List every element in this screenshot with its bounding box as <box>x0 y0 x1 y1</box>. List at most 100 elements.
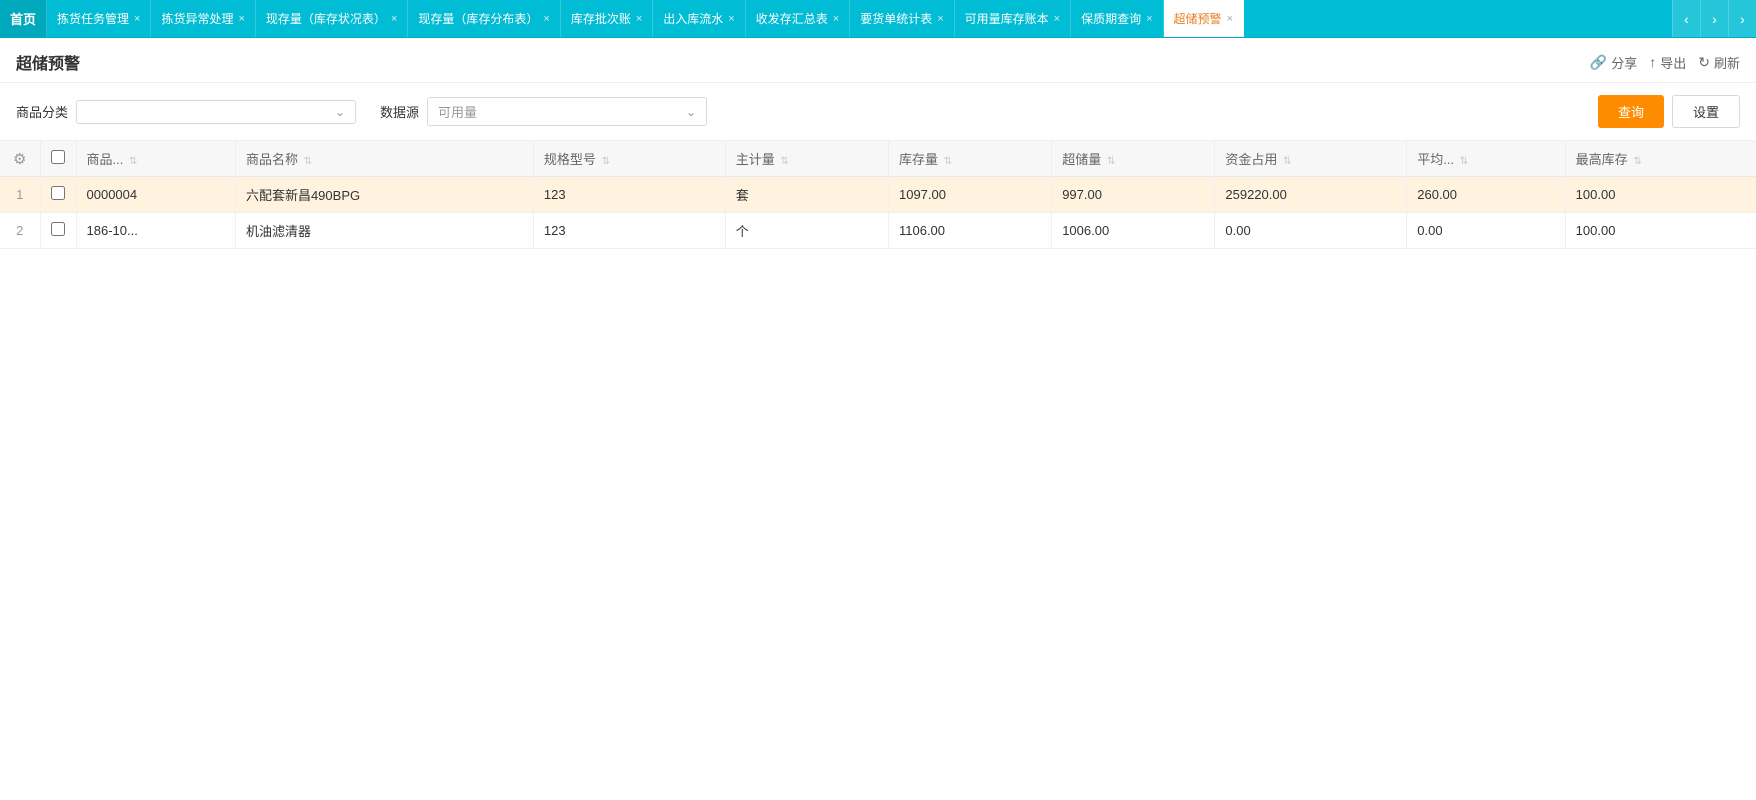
nav-overstock[interactable]: 超储预警 × <box>1164 0 1244 37</box>
th-stock[interactable]: 库存量 ⇅ <box>888 141 1051 177</box>
th-checkbox[interactable] <box>40 141 76 177</box>
cell-stock: 1106.00 <box>888 213 1051 249</box>
cell-overstock: 1006.00 <box>1052 213 1215 249</box>
table-area: ⚙ 商品... ⇅ 商品名称 ⇅ 规格型号 ⇅ <box>0 141 1756 249</box>
th-unit[interactable]: 主计量 ⇅ <box>725 141 888 177</box>
nav-prev-button[interactable]: ‹ <box>1672 0 1700 37</box>
table-header-row: ⚙ 商品... ⇅ 商品名称 ⇅ 规格型号 ⇅ <box>0 141 1756 177</box>
header-actions: 🔗 分享 ↑ 导出 ↻ 刷新 <box>1590 53 1740 72</box>
export-button[interactable]: ↑ 导出 <box>1649 53 1686 72</box>
datasource-filter-group: 数据源 可用量 ⌄ <box>380 97 707 126</box>
cell-spec: 123 <box>533 177 725 213</box>
nav-exception-close[interactable]: × <box>238 13 244 25</box>
th-spec-sort-icon[interactable]: ⇅ <box>602 156 610 167</box>
category-filter-group: 商品分类 ⌄ <box>16 100 356 124</box>
nav-stock-dist[interactable]: 现存量（库存分布表） × <box>408 0 560 37</box>
th-max-stock[interactable]: 最高库存 ⇅ <box>1565 141 1756 177</box>
th-max-stock-sort-icon[interactable]: ⇅ <box>1633 156 1641 167</box>
nav-overstock-label: 超储预警 <box>1174 10 1222 27</box>
nav-summary-close[interactable]: × <box>833 13 839 25</box>
th-unit-label: 主计量 <box>736 152 775 167</box>
nav-batch-close[interactable]: × <box>636 13 642 25</box>
top-navigation: 首页 拣货任务管理 × 拣货异常处理 × 现存量（库存状况表） × 现存量（库存… <box>0 0 1756 38</box>
nav-home[interactable]: 首页 <box>0 0 47 37</box>
nav-task-mgmt[interactable]: 拣货任务管理 × <box>47 0 151 37</box>
th-stock-sort-icon[interactable]: ⇅ <box>944 156 952 167</box>
settings-button[interactable]: 设置 <box>1672 95 1740 128</box>
th-product-name[interactable]: 商品名称 ⇅ <box>235 141 533 177</box>
nav-next-button[interactable]: › <box>1700 0 1728 37</box>
nav-expiry-label: 保质期查询 <box>1081 10 1141 27</box>
th-capital-sort-icon[interactable]: ⇅ <box>1283 156 1291 167</box>
nav-task-mgmt-label: 拣货任务管理 <box>57 10 129 27</box>
nav-stock-status-close[interactable]: × <box>391 13 397 25</box>
cell-checkbox[interactable] <box>40 177 76 213</box>
cell-capital: 0.00 <box>1215 213 1407 249</box>
th-unit-sort-icon[interactable]: ⇅ <box>780 156 788 167</box>
th-product-code[interactable]: 商品... ⇅ <box>76 141 235 177</box>
cell-max-stock: 100.00 <box>1565 213 1756 249</box>
th-product-code-label: 商品... <box>87 152 124 167</box>
th-spec-label: 规格型号 <box>544 152 596 167</box>
nav-summary[interactable]: 收发存汇总表 × <box>746 0 850 37</box>
share-icon: 🔗 <box>1590 54 1607 71</box>
category-select[interactable]: ⌄ <box>76 100 356 124</box>
cell-avg: 0.00 <box>1407 213 1565 249</box>
th-overstock-sort-icon[interactable]: ⇅ <box>1107 156 1115 167</box>
nav-overstock-close[interactable]: × <box>1227 13 1233 25</box>
cell-product-name: 六配套新昌490BPG <box>235 177 533 213</box>
nav-expiry[interactable]: 保质期查询 × <box>1071 0 1163 37</box>
th-product-code-sort-icon[interactable]: ⇅ <box>129 156 137 167</box>
nav-expiry-close[interactable]: × <box>1146 13 1152 25</box>
th-overstock[interactable]: 超储量 ⇅ <box>1052 141 1215 177</box>
row-checkbox[interactable] <box>51 222 65 236</box>
cell-product-code: 0000004 <box>76 177 235 213</box>
cell-spec: 123 <box>533 213 725 249</box>
share-button[interactable]: 🔗 分享 <box>1590 53 1637 72</box>
nav-order-stats-close[interactable]: × <box>937 13 943 25</box>
select-all-checkbox[interactable] <box>51 150 65 164</box>
cell-avg: 260.00 <box>1407 177 1565 213</box>
th-spec[interactable]: 规格型号 ⇅ <box>533 141 725 177</box>
cell-unit: 套 <box>725 177 888 213</box>
cell-product-code: 186-10... <box>76 213 235 249</box>
nav-available-stock-label: 可用量库存账本 <box>965 10 1049 27</box>
export-label: 导出 <box>1660 53 1686 72</box>
nav-task-mgmt-close[interactable]: × <box>134 13 140 25</box>
refresh-icon: ↻ <box>1698 54 1710 71</box>
nav-inout[interactable]: 出入库流水 × <box>653 0 745 37</box>
nav-stock-dist-close[interactable]: × <box>543 13 549 25</box>
cell-overstock: 997.00 <box>1052 177 1215 213</box>
nav-batch[interactable]: 库存批次账 × <box>561 0 653 37</box>
nav-exception[interactable]: 拣货异常处理 × <box>151 0 255 37</box>
th-avg-sort-icon[interactable]: ⇅ <box>1460 156 1468 167</box>
row-checkbox[interactable] <box>51 186 65 200</box>
th-capital[interactable]: 资金占用 ⇅ <box>1215 141 1407 177</box>
query-button[interactable]: 查询 <box>1598 95 1664 128</box>
nav-arrow-group: ‹ › › <box>1672 0 1756 37</box>
nav-stock-status[interactable]: 现存量（库存状况表） × <box>256 0 408 37</box>
table-body: 1 0000004六配套新昌490BPG123套1097.00997.002592… <box>0 177 1756 249</box>
th-product-name-sort-icon[interactable]: ⇅ <box>304 156 312 167</box>
nav-more-button[interactable]: › <box>1728 0 1756 37</box>
th-avg[interactable]: 平均... ⇅ <box>1407 141 1565 177</box>
cell-capital: 259220.00 <box>1215 177 1407 213</box>
cell-checkbox[interactable] <box>40 213 76 249</box>
home-label: 首页 <box>10 9 36 28</box>
nav-available-stock[interactable]: 可用量库存账本 × <box>955 0 1071 37</box>
nav-inout-close[interactable]: × <box>728 13 734 25</box>
th-avg-label: 平均... <box>1417 152 1454 167</box>
th-product-name-label: 商品名称 <box>246 152 298 167</box>
cell-index: 1 <box>0 177 40 213</box>
filter-area: 商品分类 ⌄ 数据源 可用量 ⌄ 查询 设置 <box>0 83 1756 141</box>
datasource-select-text: 可用量 <box>438 102 477 121</box>
datasource-select-arrow-icon: ⌄ <box>686 105 696 119</box>
refresh-button[interactable]: ↻ 刷新 <box>1698 53 1740 72</box>
column-settings-icon[interactable]: ⚙ <box>13 151 26 168</box>
nav-available-stock-close[interactable]: × <box>1054 13 1060 25</box>
datasource-select[interactable]: 可用量 ⌄ <box>427 97 707 126</box>
th-settings[interactable]: ⚙ <box>0 141 40 177</box>
cell-stock: 1097.00 <box>888 177 1051 213</box>
nav-order-stats[interactable]: 要货单统计表 × <box>850 0 954 37</box>
datasource-filter-label: 数据源 <box>380 102 419 121</box>
